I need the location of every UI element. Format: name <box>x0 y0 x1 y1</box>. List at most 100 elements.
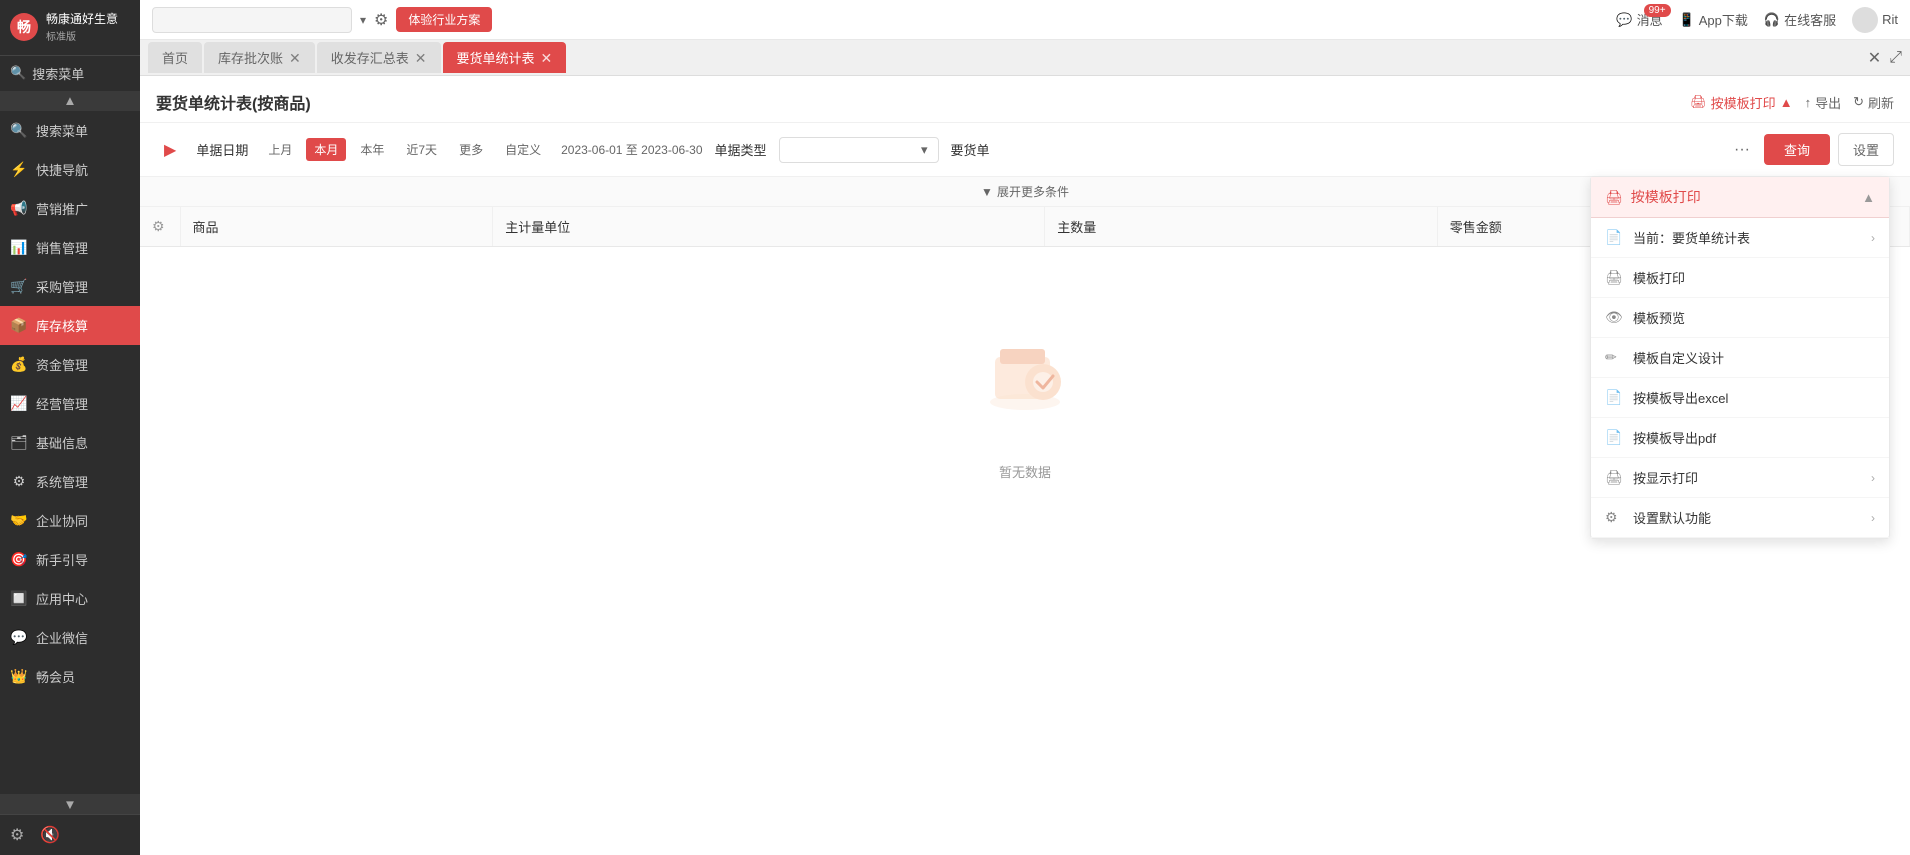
print-icon: 🖨 <box>1690 94 1707 110</box>
display-print-chevron: › <box>1871 471 1875 485</box>
message-icon: 💬 <box>1616 12 1632 28</box>
tab-close-2[interactable]: ✕ <box>415 51 427 65</box>
date-btn-7days[interactable]: 近7天 <box>398 138 445 161</box>
sidebar-item-cooperation[interactable]: 🤝 企业协同 <box>0 501 140 540</box>
tab-close-1[interactable]: ✕ <box>289 51 301 65</box>
export-button[interactable]: ↑ 导出 <box>1805 93 1842 112</box>
logo-icon: 畅 <box>10 13 38 41</box>
sidebar-item-system[interactable]: ⚙ 系统管理 <box>0 462 140 501</box>
nav-icon-basic: 🗂 <box>10 433 28 451</box>
dropdown-header-left: 🖨 按模板打印 <box>1605 187 1701 207</box>
filter-settings-button[interactable]: 设置 <box>1838 133 1894 166</box>
sidebar-item-search[interactable]: 🔍 搜索菜单 <box>0 111 140 150</box>
nav-label-basic: 基础信息 <box>36 433 88 452</box>
logo-text: 畅康通好生意 标准版 <box>46 12 118 43</box>
table-col-settings[interactable]: ⚙ <box>140 207 180 247</box>
dropdown-item-design-label: 模板自定义设计 <box>1633 348 1724 367</box>
dropdown-item-preview[interactable]: 👁 模板预览 <box>1591 298 1889 338</box>
dropdown-current-template[interactable]: 📄 当前：要货单统计表 › <box>1591 218 1889 258</box>
date-btn-custom[interactable]: 自定义 <box>497 138 549 161</box>
dropdown-header-right: ▲ <box>1862 190 1875 205</box>
tab-label-1: 库存批次账 <box>218 48 283 67</box>
date-btn-this-month[interactable]: 本月 <box>306 138 346 161</box>
nav-icon-marketing: 📢 <box>10 199 28 217</box>
query-button[interactable]: 查询 <box>1764 134 1830 165</box>
refresh-button[interactable]: ↻ 刷新 <box>1853 93 1894 112</box>
nav-label-shortcut: 快捷导航 <box>36 160 88 179</box>
topbar-search-input[interactable] <box>152 7 352 33</box>
page-header: 要货单统计表(按商品) 🖨 按模板打印 ▲ ↑ 导出 ↻ 刷新 <box>140 76 1910 123</box>
filter-expand-icon[interactable]: ▶ <box>156 136 184 164</box>
nav-icon-guide: 🎯 <box>10 550 28 568</box>
export-icon: ↑ <box>1805 95 1812 110</box>
more-options-button[interactable]: ··· <box>1728 137 1756 163</box>
column-settings-icon[interactable]: ⚙ <box>152 218 165 234</box>
dropdown-header[interactable]: 🖨 按模板打印 ▲ <box>1591 177 1889 218</box>
sidebar-item-basic[interactable]: 🗂 基础信息 <box>0 423 140 462</box>
dropdown-item-pdf-label: 按模板导出pdf <box>1633 428 1716 447</box>
sidebar-item-member[interactable]: 👑 畅会员 <box>0 657 140 696</box>
design-icon: ✏ <box>1605 349 1623 366</box>
dropdown-item-export-excel[interactable]: 📄 按模板导出excel <box>1591 378 1889 418</box>
sidebar-bottom: ⚙ 🔇 <box>0 814 140 855</box>
sidebar-scroll-up[interactable]: ▲ <box>0 91 140 111</box>
dropdown-display-left: 🖨 按显示打印 <box>1605 468 1698 487</box>
nav-label-operation: 经营管理 <box>36 394 88 413</box>
dropdown-item-print[interactable]: 🖨 模板打印 <box>1591 258 1889 298</box>
tabs-right: ✕ ⤢ <box>1868 48 1902 68</box>
sidebar-item-apps[interactable]: 🔲 应用中心 <box>0 579 140 618</box>
display-print-icon: 🖨 <box>1605 469 1623 486</box>
sidebar-search-item[interactable]: 🔍 搜索菜单 <box>0 56 140 91</box>
expand-more-icon: ▼ <box>981 185 993 199</box>
trial-button[interactable]: 体验行业方案 <box>396 7 492 32</box>
date-filter-label: 单据日期 <box>196 140 248 159</box>
sidebar-scroll-down[interactable]: ▼ <box>0 794 140 814</box>
close-all-tabs-button[interactable]: ✕ <box>1868 48 1881 68</box>
print-chevron-icon: ▲ <box>1780 95 1793 110</box>
topbar-right: 💬 消息 99+ 📱 App下载 🎧 在线客服 Rit <box>1616 7 1898 33</box>
main-area: ▾ ⚙ 体验行业方案 💬 消息 99+ 📱 App下载 🎧 在线客服 Rit <box>140 0 1910 855</box>
user-avatar-item[interactable]: Rit <box>1852 7 1898 33</box>
dropdown-item-export-pdf[interactable]: 📄 按模板导出pdf <box>1591 418 1889 458</box>
expand-tab-button[interactable]: ⤢ <box>1889 49 1902 67</box>
topbar-dropdown-icon[interactable]: ▾ <box>360 13 366 27</box>
tab-0[interactable]: 首页 <box>148 42 202 73</box>
date-btn-last-month[interactable]: 上月 <box>260 138 300 161</box>
sidebar-item-shortcut[interactable]: ⚡ 快捷导航 <box>0 150 140 189</box>
dropdown-set-default[interactable]: ⚙ 设置默认功能 › <box>1591 498 1889 538</box>
mute-icon[interactable]: 🔇 <box>40 825 60 845</box>
sidebar-item-marketing[interactable]: 📢 营销推广 <box>0 189 140 228</box>
settings-icon[interactable]: ⚙ <box>10 825 24 845</box>
nav-icon-inventory: 📦 <box>10 316 28 334</box>
sidebar-nav: 🔍 搜索菜单 ⚡ 快捷导航 📢 营销推广 📊 销售管理 🛒 采购管理 📦 库存核… <box>0 111 140 794</box>
default-settings-chevron: › <box>1871 511 1875 525</box>
nav-label-marketing: 营销推广 <box>36 199 88 218</box>
sidebar-item-operation[interactable]: 📈 经营管理 <box>0 384 140 423</box>
sidebar-item-purchase[interactable]: 🛒 采购管理 <box>0 267 140 306</box>
sidebar-item-guide[interactable]: 🎯 新手引导 <box>0 540 140 579</box>
dropdown-item-custom-design[interactable]: ✏ 模板自定义设计 <box>1591 338 1889 378</box>
message-item[interactable]: 💬 消息 99+ <box>1616 10 1662 29</box>
dropdown-current-left: 📄 当前：要货单统计表 <box>1605 228 1750 247</box>
type-filter-select[interactable]: ▾ <box>779 137 939 163</box>
nav-icon-shortcut: ⚡ <box>10 160 28 178</box>
print-template-button[interactable]: 🖨 按模板打印 ▲ <box>1690 93 1792 112</box>
tab-1[interactable]: 库存批次账 ✕ <box>204 42 315 73</box>
nav-label-inventory: 库存核算 <box>36 316 88 335</box>
table-col-unit: 主计量单位 <box>493 207 1045 247</box>
date-btn-this-year[interactable]: 本年 <box>352 138 392 161</box>
dropdown-display-print[interactable]: 🖨 按显示打印 › <box>1591 458 1889 498</box>
sidebar-item-finance[interactable]: 💰 资金管理 <box>0 345 140 384</box>
preview-icon: 👁 <box>1605 309 1623 326</box>
sidebar-item-wechat[interactable]: 💬 企业微信 <box>0 618 140 657</box>
date-btn-more[interactable]: 更多 <box>451 138 491 161</box>
tab-close-3[interactable]: ✕ <box>541 51 553 65</box>
tab-2[interactable]: 收发存汇总表✕ <box>317 42 441 73</box>
sidebar-item-sales[interactable]: 📊 销售管理 <box>0 228 140 267</box>
online-service-item[interactable]: 🎧 在线客服 <box>1764 10 1836 29</box>
app-download-item[interactable]: 📱 App下载 <box>1679 10 1748 29</box>
tab-3[interactable]: 要货单统计表✕ <box>443 42 567 73</box>
tabs-bar: 首页库存批次账✕收发存汇总表✕要货单统计表✕ ✕ ⤢ <box>140 40 1910 76</box>
sidebar-item-inventory[interactable]: 📦 库存核算 <box>0 306 140 345</box>
topbar-gear-icon[interactable]: ⚙ <box>374 10 388 30</box>
